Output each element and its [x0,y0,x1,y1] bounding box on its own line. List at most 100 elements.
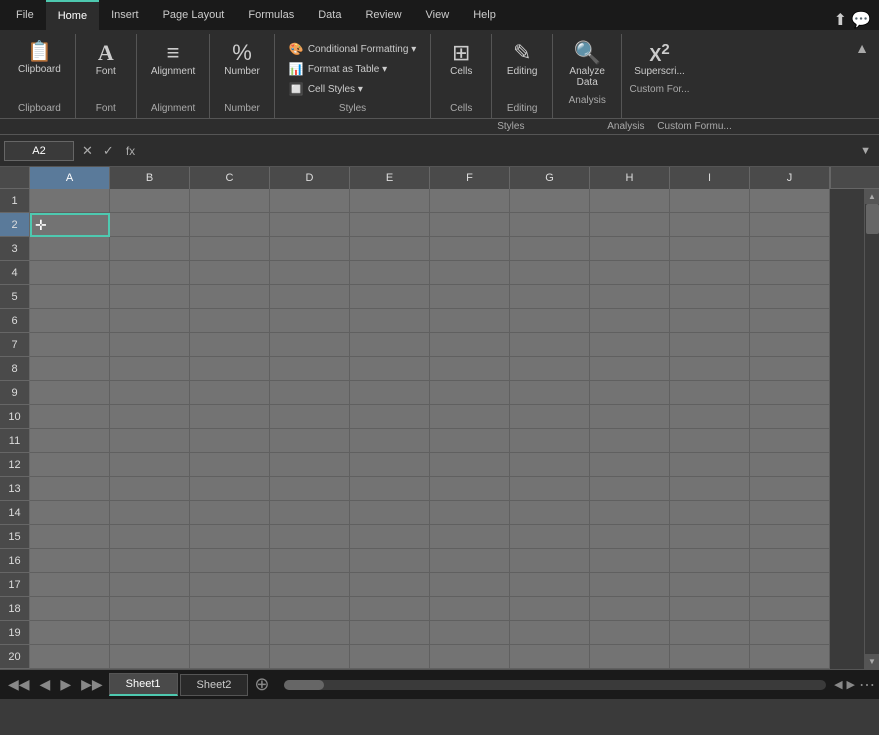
cells-label: Cells [450,66,472,77]
row-num-6: 6 [0,309,30,333]
col-header-I[interactable]: I [670,167,750,189]
cell-I1[interactable] [670,189,750,213]
cell-E1[interactable] [350,189,430,213]
font-button[interactable]: A Font [84,38,128,81]
clipboard-button[interactable]: 📋 Clipboard [12,38,67,79]
cell-E2[interactable] [350,213,430,237]
formula-expand-button[interactable]: ▼ [856,145,875,157]
scroll-right-button[interactable]: ▶ [847,678,855,691]
cell-C2[interactable] [190,213,270,237]
add-sheet-button[interactable]: ⊕ [248,674,275,695]
col-header-B[interactable]: B [110,167,190,189]
table-row: 9 [0,381,864,405]
tab-file[interactable]: File [4,0,46,30]
tab-row: File Home Insert Page Layout Formulas Da… [0,0,879,30]
sheet-nav-next[interactable]: ▶ [56,674,75,695]
cell-D1[interactable] [270,189,350,213]
tab-page-layout[interactable]: Page Layout [151,0,237,30]
cell-H2[interactable] [590,213,670,237]
sheet-nav-last[interactable]: ▶▶ [77,674,107,695]
superscript-icon: X2 [649,42,669,64]
cell-J1[interactable] [750,189,830,213]
horizontal-scroll-thumb[interactable] [284,680,324,690]
table-row: 2 ✛ [0,213,864,237]
tab-help[interactable]: Help [461,0,508,30]
col-header-C[interactable]: C [190,167,270,189]
cell-B1[interactable] [110,189,190,213]
font-group-label: Font [96,100,116,118]
horizontal-scroll-track[interactable] [284,680,827,690]
col-header-G[interactable]: G [510,167,590,189]
col-header-A[interactable]: A [30,167,110,189]
ribbon-group-editing: ✎ Editing Editing [492,34,553,118]
format-as-table-button[interactable]: 📊 Format as Table ▾ [283,60,393,78]
sheet-tab-sheet2[interactable]: Sheet2 [180,674,249,696]
collapse-ribbon-button[interactable]: ▲ [849,38,875,58]
editing-group-label: Editing [507,100,538,118]
column-headers: A B C D E F G H I J [0,167,879,189]
col-header-F[interactable]: F [430,167,510,189]
cell-A1[interactable] [30,189,110,213]
tab-view[interactable]: View [414,0,462,30]
tab-insert[interactable]: Insert [99,0,151,30]
table-row: 19 [0,621,864,645]
cells-button[interactable]: ⊞ Cells [439,38,483,81]
cell-J2[interactable] [750,213,830,237]
analyze-data-button[interactable]: 🔍 Analyze Data [559,38,615,92]
more-options-button[interactable]: ⋯ [859,675,875,695]
share-icon[interactable]: ⬆ [834,10,847,30]
cell-I2[interactable] [670,213,750,237]
cell-G1[interactable] [510,189,590,213]
tab-data[interactable]: Data [306,0,353,30]
cell-styles-button[interactable]: 🔲 Cell Styles ▾ [283,80,369,98]
scroll-track[interactable] [865,204,879,654]
table-row: 20 [0,645,864,669]
scroll-left-button[interactable]: ◀ [834,678,842,691]
cell-F1[interactable] [430,189,510,213]
cell-B2[interactable] [110,213,190,237]
cell-styles-icon: 🔲 [289,82,304,96]
format-table-icon: 📊 [289,62,304,76]
formula-actions: ✕ ✓ [78,141,118,161]
scroll-up-button[interactable]: ▲ [865,189,879,204]
scroll-thumb[interactable] [866,204,879,234]
table-row: 8 [0,357,864,381]
sheet-nav-prev[interactable]: ◀ [36,674,55,695]
cell-B3[interactable] [110,237,190,261]
comments-icon[interactable]: 💬 [851,10,871,30]
cell-F2[interactable] [430,213,510,237]
col-header-E[interactable]: E [350,167,430,189]
conditional-formatting-button[interactable]: 🎨 Conditional Formatting ▾ [283,40,422,58]
cell-A3[interactable] [30,237,110,261]
sheet-nav-buttons: ◀◀ ◀ ▶ ▶▶ [4,674,107,695]
number-button[interactable]: % Number [218,38,266,81]
cell-reference-box[interactable]: A2 [4,141,74,161]
ribbon-group-cells: ⊞ Cells Cells [431,34,492,118]
formula-input[interactable] [143,142,852,160]
cell-D2[interactable] [270,213,350,237]
superscript-button[interactable]: X2 Superscri... [628,38,691,81]
sheet-tab-sheet1[interactable]: Sheet1 [109,673,178,696]
cancel-formula-button[interactable]: ✕ [78,141,97,161]
vertical-scrollbar[interactable]: ▲ ▼ [864,189,879,669]
confirm-formula-button[interactable]: ✓ [99,141,118,161]
col-header-D[interactable]: D [270,167,350,189]
col-header-H[interactable]: H [590,167,670,189]
row-num-11: 11 [0,429,30,453]
format-table-label: Format as Table ▾ [308,64,387,75]
tab-review[interactable]: Review [353,0,413,30]
cell-C1[interactable] [190,189,270,213]
sheet-nav-first[interactable]: ◀◀ [4,674,34,695]
table-row: 11 [0,429,864,453]
scroll-down-button[interactable]: ▼ [865,654,879,669]
cell-G2[interactable] [510,213,590,237]
cell-H1[interactable] [590,189,670,213]
col-header-J[interactable]: J [750,167,830,189]
alignment-button[interactable]: ≡ Alignment [145,38,201,81]
editing-button[interactable]: ✎ Editing [500,38,544,81]
tab-home[interactable]: Home [46,0,99,30]
tab-formulas[interactable]: Formulas [236,0,306,30]
cell-D3[interactable] [270,237,350,261]
table-row: 7 [0,333,864,357]
cell-A2[interactable]: ✛ [30,213,110,237]
